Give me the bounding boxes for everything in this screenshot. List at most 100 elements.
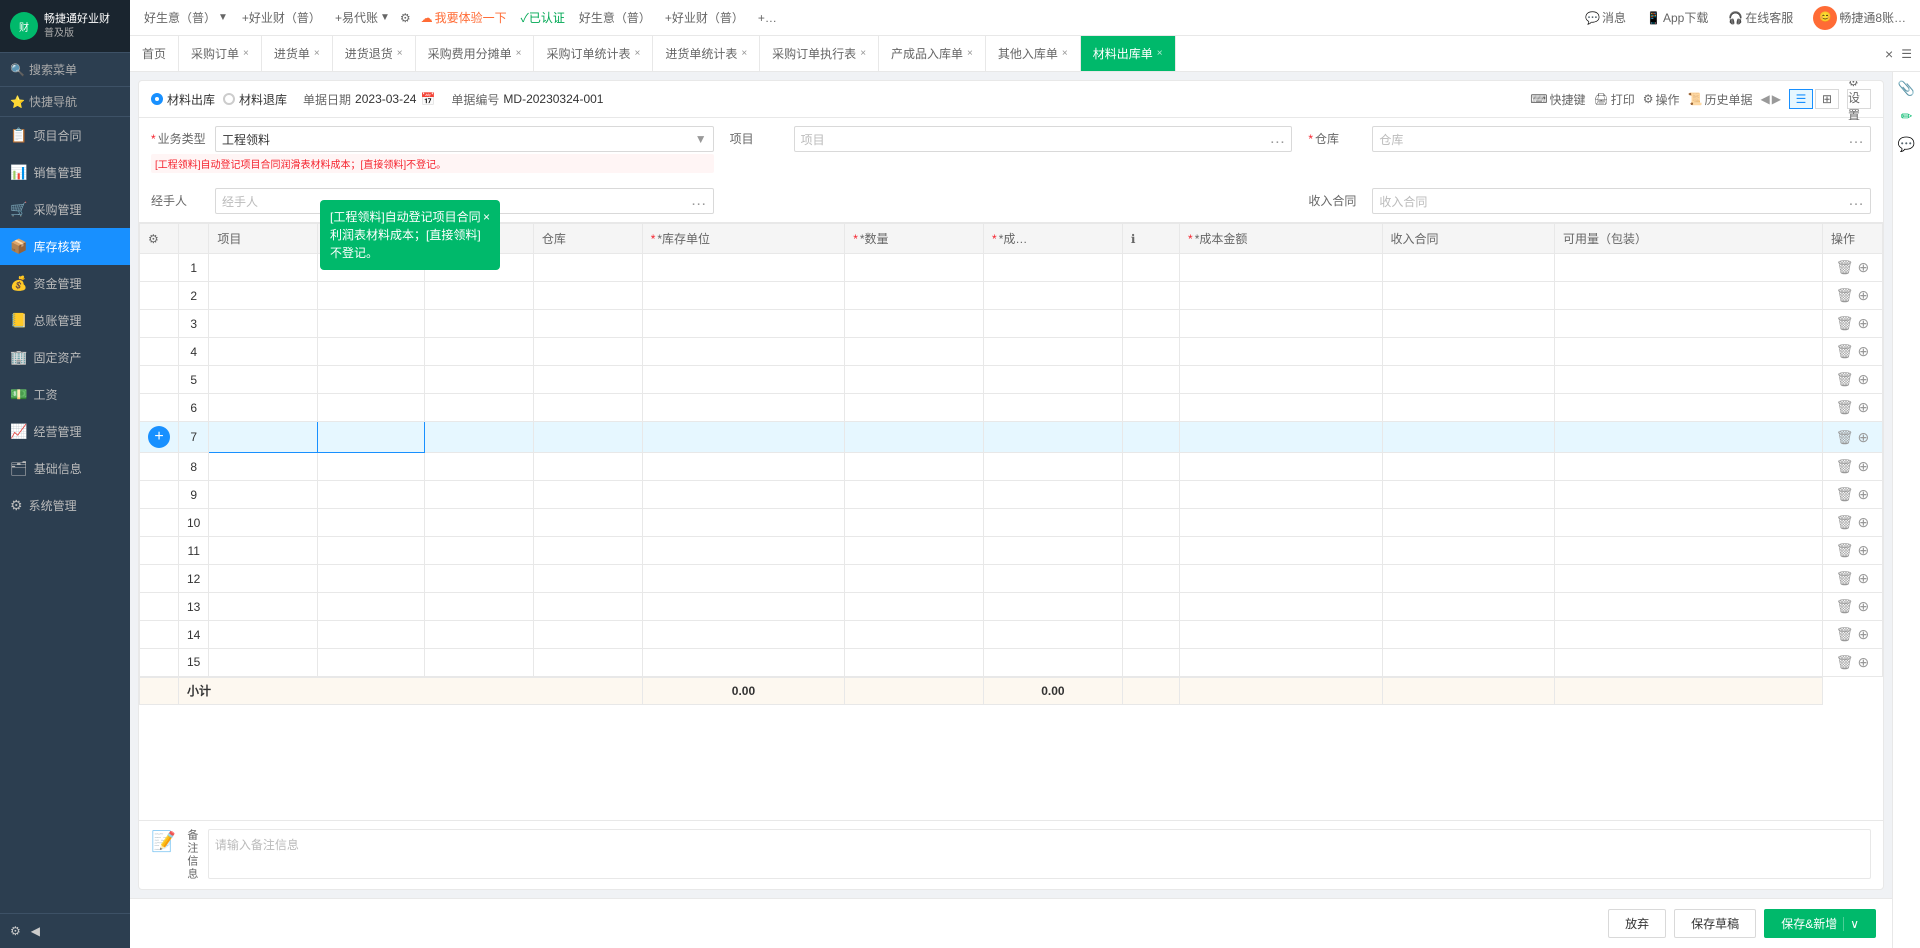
operations-btn[interactable]: ⚙ 操作 <box>1643 91 1680 108</box>
sidebar-item-project[interactable]: 📋 项目合同 <box>0 117 130 154</box>
delete-icon[interactable]: 🗑 <box>1836 654 1854 670</box>
support-link[interactable]: 🎧 在线客服 <box>1724 9 1797 26</box>
sidebar-search[interactable]: 🔍 搜索菜单 <box>0 53 130 87</box>
delete-icon[interactable]: 🗑 <box>1836 486 1854 502</box>
col-settings-header[interactable]: ⚙ <box>140 224 179 254</box>
delete-icon[interactable]: 🗑 <box>1836 598 1854 614</box>
tab-menu-icon[interactable]: ☰ <box>1901 47 1912 61</box>
discard-button[interactable]: 放弃 <box>1608 909 1666 938</box>
delete-icon[interactable]: 🗑 <box>1836 371 1854 387</box>
tab-purchase-order[interactable]: 采购订单 × <box>179 36 262 71</box>
delete-icon[interactable]: 🗑 <box>1836 287 1854 303</box>
message-link[interactable]: 💬 消息 <box>1581 9 1630 26</box>
prev-icon[interactable]: ◀ <box>1761 92 1770 106</box>
shortcut-btn[interactable]: ⌨ 快捷键 <box>1530 91 1585 108</box>
settings-gear-icon[interactable]: ⚙ <box>400 11 411 25</box>
add-row-btn[interactable]: + <box>148 426 170 448</box>
tab-expense[interactable]: 采购费用分摊单 × <box>416 36 535 71</box>
tab-home[interactable]: 首页 <box>130 36 179 71</box>
calendar-icon[interactable]: 📅 <box>420 92 435 106</box>
delete-icon[interactable]: 🗑 <box>1836 514 1854 530</box>
doc-date-value[interactable]: 2023-03-24 <box>355 92 416 106</box>
user-menu[interactable]: 😊 畅捷通8账… <box>1809 6 1910 30</box>
settings-icon[interactable]: ⚙ <box>10 924 21 938</box>
sidebar-item-operations[interactable]: 📈 经营管理 <box>0 413 130 450</box>
grid-view-icon[interactable]: ⊞ <box>1815 89 1839 109</box>
tooltip-close-btn[interactable]: × <box>483 208 490 226</box>
sidebar-quick-nav[interactable]: ⭐ 快捷导航 <box>0 87 130 117</box>
tab-close-icon[interactable]: × <box>314 48 320 59</box>
copy-icon[interactable]: ⊕ <box>1858 542 1870 558</box>
business-type-input[interactable]: 工程领料 ▼ <box>215 126 714 152</box>
tab-purchase-in[interactable]: 进货单 × <box>262 36 333 71</box>
tab-close-icon[interactable]: × <box>516 48 522 59</box>
tab-close-active-icon[interactable]: × <box>1157 48 1163 59</box>
nav-item-yidaizhang[interactable]: +易代账 ▼ <box>331 9 394 26</box>
copy-icon[interactable]: ⊕ <box>1858 654 1870 670</box>
app-download-link[interactable]: 📱 App下载 <box>1642 9 1712 26</box>
right-chat-icon[interactable]: 💬 <box>1895 132 1919 156</box>
radio-material-out[interactable]: 材料出库 <box>151 91 215 108</box>
tab-close-icon[interactable]: × <box>967 48 973 59</box>
delete-icon[interactable]: 🗑 <box>1836 626 1854 642</box>
collapse-icon[interactable]: ◀ <box>31 924 40 938</box>
delete-icon[interactable]: 🗑 <box>1836 429 1854 445</box>
tab-other-in[interactable]: 其他入库单 × <box>986 36 1081 71</box>
tab-finished-goods[interactable]: 产成品入库单 × <box>879 36 986 71</box>
list-view-icon[interactable]: ☰ <box>1789 89 1813 109</box>
sidebar-item-payroll[interactable]: 💵 工资 <box>0 376 130 413</box>
save-new-dropdown-icon[interactable]: ∨ <box>1843 917 1859 931</box>
copy-icon[interactable]: ⊕ <box>1858 598 1870 614</box>
sidebar-item-inventory[interactable]: 📦 库存核算 <box>0 228 130 265</box>
copy-icon[interactable]: ⊕ <box>1858 343 1870 359</box>
notes-input[interactable]: 请输入备注信息 <box>208 829 1871 879</box>
copy-icon[interactable]: ⊕ <box>1858 429 1870 445</box>
tab-close-icon[interactable]: × <box>634 48 640 59</box>
sidebar-item-basic[interactable]: 🗂 基础信息 <box>0 450 130 487</box>
project-input[interactable]: 项目 … <box>794 126 1293 152</box>
tab-execution[interactable]: 采购订单执行表 × <box>760 36 879 71</box>
sidebar-item-sales[interactable]: 📊 销售管理 <box>0 154 130 191</box>
copy-icon[interactable]: ⊕ <box>1858 259 1870 275</box>
nav-item2-more[interactable]: +… <box>754 11 781 25</box>
copy-icon[interactable]: ⊕ <box>1858 287 1870 303</box>
nav-item2-haoshengyi[interactable]: 好生意（普） <box>575 9 655 26</box>
tab-close-icon[interactable]: × <box>243 48 249 59</box>
right-attach-icon[interactable]: 📎 <box>1895 76 1919 100</box>
copy-icon[interactable]: ⊕ <box>1858 315 1870 331</box>
tab-in-stats[interactable]: 进货单统计表 × <box>653 36 760 71</box>
tab-close-icon[interactable]: × <box>860 48 866 59</box>
delete-icon[interactable]: 🗑 <box>1836 570 1854 586</box>
warehouse-input[interactable]: 仓库 … <box>1372 126 1871 152</box>
nav-item-haoshengyi[interactable]: 好生意（普） ▼ <box>140 9 232 26</box>
tab-close-icon[interactable]: × <box>741 48 747 59</box>
copy-icon[interactable]: ⊕ <box>1858 626 1870 642</box>
copy-icon[interactable]: ⊕ <box>1858 458 1870 474</box>
nav-item2-haoyecai[interactable]: +好业财（普） <box>661 9 748 26</box>
radio-material-return[interactable]: 材料退库 <box>223 91 287 108</box>
next-icon[interactable]: ▶ <box>1772 92 1781 106</box>
tab-order-stats[interactable]: 采购订单统计表 × <box>534 36 653 71</box>
history-btn[interactable]: 📜 历史单据 <box>1688 91 1753 108</box>
tab-close-all-icon[interactable]: × <box>1885 46 1893 62</box>
delete-icon[interactable]: 🗑 <box>1836 315 1854 331</box>
tab-return[interactable]: 进货退货 × <box>333 36 416 71</box>
copy-icon[interactable]: ⊕ <box>1858 486 1870 502</box>
income-contract-input[interactable]: 收入合同 … <box>1372 188 1871 214</box>
sidebar-item-purchase[interactable]: 🛒 采购管理 <box>0 191 130 228</box>
nav-item-haoyecai[interactable]: +好业财（普） <box>238 9 325 26</box>
delete-icon[interactable]: 🗑 <box>1836 542 1854 558</box>
delete-icon[interactable]: 🗑 <box>1836 399 1854 415</box>
column-settings-btn[interactable]: ⚙设置 <box>1847 89 1871 109</box>
sidebar-item-system[interactable]: ⚙ 系统管理 <box>0 487 130 524</box>
sidebar-item-assets[interactable]: 🏢 固定资产 <box>0 339 130 376</box>
delete-icon[interactable]: 🗑 <box>1836 259 1854 275</box>
copy-icon[interactable]: ⊕ <box>1858 570 1870 586</box>
copy-icon[interactable]: ⊕ <box>1858 371 1870 387</box>
copy-icon[interactable]: ⊕ <box>1858 399 1870 415</box>
right-edit-icon[interactable]: ✏ <box>1895 104 1919 128</box>
save-draft-button[interactable]: 保存草稿 <box>1674 909 1756 938</box>
tab-close-icon[interactable]: × <box>397 48 403 59</box>
sidebar-item-finance[interactable]: 💰 资金管理 <box>0 265 130 302</box>
tab-material-out[interactable]: 材料出库单 × <box>1081 36 1176 71</box>
